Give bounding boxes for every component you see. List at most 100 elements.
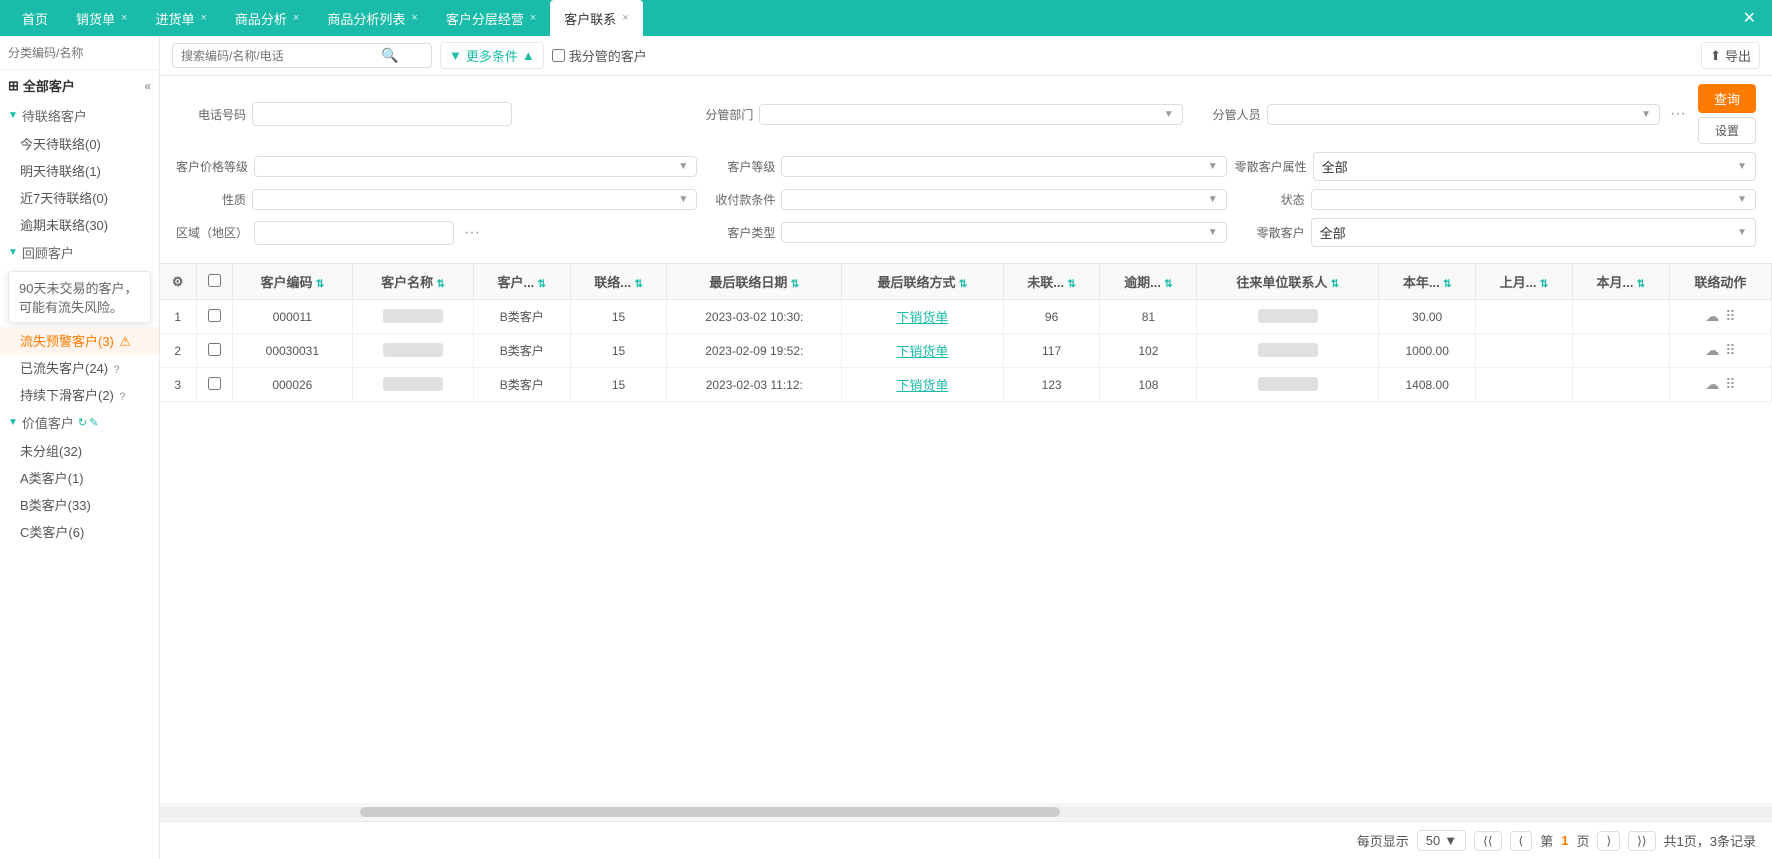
horizontal-scrollbar[interactable] (160, 807, 1772, 817)
td-last-method: 下销货单 (842, 300, 1004, 334)
chevron-down-icon-status: ▼ (1737, 194, 1747, 205)
filter-select-price-level[interactable]: ▼ (254, 156, 697, 177)
tab-customer-layer[interactable]: 客户分层经营 × (432, 0, 550, 36)
page-size-selector[interactable]: 50 ▼ (1417, 830, 1466, 851)
filter-input-phone[interactable] (252, 102, 512, 126)
my-customers-checkbox[interactable] (552, 49, 565, 62)
sort-icon-year[interactable]: ⇅ (1443, 279, 1451, 290)
contact-icon[interactable]: ☁ (1705, 376, 1719, 393)
edit-icon-value[interactable]: ✎ (89, 416, 98, 429)
filter-select-payment[interactable]: ▼ (781, 189, 1226, 210)
sidebar-item-class-c[interactable]: C类客户(6) (0, 518, 159, 545)
sidebar-item-declining[interactable]: 持续下滑客户(2) ? (0, 381, 159, 408)
sidebar-search-input[interactable] (8, 46, 160, 60)
page-first-button[interactable]: ⟨⟨ (1474, 831, 1501, 851)
sidebar-item-overdue-contact[interactable]: 逾期未联络(30) (0, 211, 159, 238)
sidebar-item-today[interactable]: 今天待联络(0) (0, 130, 159, 157)
table-row: 3 000026 B类客户 15 2023-02-03 11:12: 下销货单 … (160, 368, 1772, 402)
sort-icon-method[interactable]: ⇅ (959, 279, 967, 290)
sort-icon-unit[interactable]: ⇅ (1331, 279, 1339, 290)
sort-icon-code[interactable]: ⇅ (316, 279, 324, 290)
tab-purchase[interactable]: 进货单 × (141, 0, 220, 36)
page-label-prefix: 第 (1540, 831, 1553, 850)
sidebar-group-value[interactable]: ▼ 价值客户 ↻ ✎ (0, 408, 159, 437)
sidebar-item-tomorrow[interactable]: 明天待联络(1) (0, 157, 159, 184)
sidebar-group-review[interactable]: ▼ 回顾客户 (0, 238, 159, 267)
sort-icon-overdue[interactable]: ⇅ (1164, 279, 1172, 290)
filter-input-region[interactable] (254, 221, 454, 245)
filter-select-customer-level[interactable]: ▼ (781, 156, 1226, 177)
search-button-icon[interactable]: 🔍 (381, 47, 398, 64)
window-close-button[interactable]: ✕ (1735, 8, 1764, 28)
sidebar-item-class-b[interactable]: B类客户(33) (0, 491, 159, 518)
tab-close-customer-layer[interactable]: × (530, 12, 536, 24)
search-input[interactable] (181, 49, 381, 63)
filter-select-person[interactable]: ▼ (1267, 104, 1660, 125)
sidebar-all-customers[interactable]: ⊞ 全部客户 « (0, 70, 159, 101)
sort-icon-lmonth[interactable]: ⇅ (1540, 279, 1548, 290)
export-icon: ⬆ (1710, 48, 1721, 64)
filter-select-scattered-attr[interactable]: 全部 ▼ (1313, 152, 1756, 181)
refresh-icon-value[interactable]: ↻ (78, 416, 87, 429)
export-button[interactable]: ⬆ 导出 (1701, 42, 1760, 69)
td-action: ☁ ⠿ (1669, 300, 1771, 334)
tab-product-analysis-list[interactable]: 商品分析列表 × (313, 0, 431, 36)
sidebar-group-pending[interactable]: ▼ 待联络客户 (0, 101, 159, 130)
tab-close-product-analysis[interactable]: × (293, 12, 299, 24)
tab-close-customer-contact[interactable]: × (622, 12, 628, 24)
sidebar-item-ungrouped[interactable]: 未分组(32) (0, 437, 159, 464)
tab-sales-order[interactable]: 销货单 × (62, 0, 141, 36)
filter-label-payment: 收付款条件 (705, 191, 775, 208)
page-last-button[interactable]: ⟩⟩ (1628, 831, 1655, 851)
more-icon-person[interactable]: ··· (1666, 105, 1690, 123)
tab-product-analysis[interactable]: 商品分析 × (221, 0, 313, 36)
filter-select-nature[interactable]: ▼ (252, 189, 697, 210)
sidebar-item-churn-warning[interactable]: 流失预警客户(3) ⚠ (0, 327, 159, 354)
filter-label-nature: 性质 (176, 191, 246, 208)
filter-label-scattered: 零散客户 (1235, 224, 1305, 241)
sidebar-item-churned[interactable]: 已流失客户(24) ? (0, 354, 159, 381)
more-filter-button[interactable]: ▼ 更多条件 ▲ (440, 42, 544, 69)
page-prev-button[interactable]: ⟨ (1510, 831, 1533, 851)
row-checkbox[interactable] (208, 309, 221, 322)
sidebar-item-class-a[interactable]: A类客户(1) (0, 464, 159, 491)
select-all-checkbox[interactable] (208, 274, 221, 287)
sort-icon-tmonth[interactable]: ⇅ (1637, 279, 1645, 290)
row-checkbox[interactable] (208, 377, 221, 390)
warning-icon: ⚠ (119, 334, 131, 349)
filter-label-customer-level: 客户等级 (705, 158, 775, 175)
settings-button[interactable]: 设置 (1698, 117, 1756, 144)
more-actions-icon[interactable]: ⠿ (1725, 376, 1735, 393)
filter-select-status[interactable]: ▼ (1311, 189, 1756, 210)
sort-icon-unlisted[interactable]: ⇅ (1067, 279, 1075, 290)
tab-close-sales-order[interactable]: × (121, 12, 127, 24)
tab-close-product-analysis-list[interactable]: × (411, 12, 417, 24)
tab-customer-contact[interactable]: 客户联系 × (550, 0, 642, 36)
scrollbar-thumb[interactable] (360, 807, 1060, 817)
sort-icon-contact[interactable]: ⇅ (634, 279, 642, 290)
filter-cell-region: 区域（地区） ··· (176, 221, 697, 245)
more-icon-region[interactable]: ··· (460, 224, 484, 242)
help-icon-declining: ? (119, 391, 125, 403)
filter-select-customer-type[interactable]: ▼ (781, 222, 1226, 243)
th-settings[interactable]: ⚙ (160, 264, 196, 300)
more-actions-icon[interactable]: ⠿ (1725, 308, 1735, 325)
filter-select-dept[interactable]: ▼ (759, 104, 1182, 125)
contact-icon[interactable]: ☁ (1705, 308, 1719, 325)
tab-home[interactable]: 首页 (8, 0, 62, 36)
chevron-down-icon-level: ▼ (1208, 161, 1218, 172)
filter-select-scattered[interactable]: 全部 ▼ (1311, 218, 1756, 247)
sort-icon-date[interactable]: ⇅ (791, 279, 799, 290)
sort-icon-type[interactable]: ⇅ (538, 279, 546, 290)
help-icon-churned: ? (113, 364, 119, 376)
td-last-method: 下销货单 (842, 368, 1004, 402)
more-actions-icon[interactable]: ⠿ (1725, 342, 1735, 359)
query-button[interactable]: 查询 (1698, 84, 1756, 113)
sort-icon-name[interactable]: ⇅ (436, 279, 444, 290)
tab-close-purchase[interactable]: × (200, 12, 206, 24)
page-next-button[interactable]: ⟩ (1597, 831, 1620, 851)
sidebar-item-7days[interactable]: 近7天待联络(0) (0, 184, 159, 211)
contact-icon[interactable]: ☁ (1705, 342, 1719, 359)
td-contact: 15 (570, 334, 667, 368)
row-checkbox[interactable] (208, 343, 221, 356)
